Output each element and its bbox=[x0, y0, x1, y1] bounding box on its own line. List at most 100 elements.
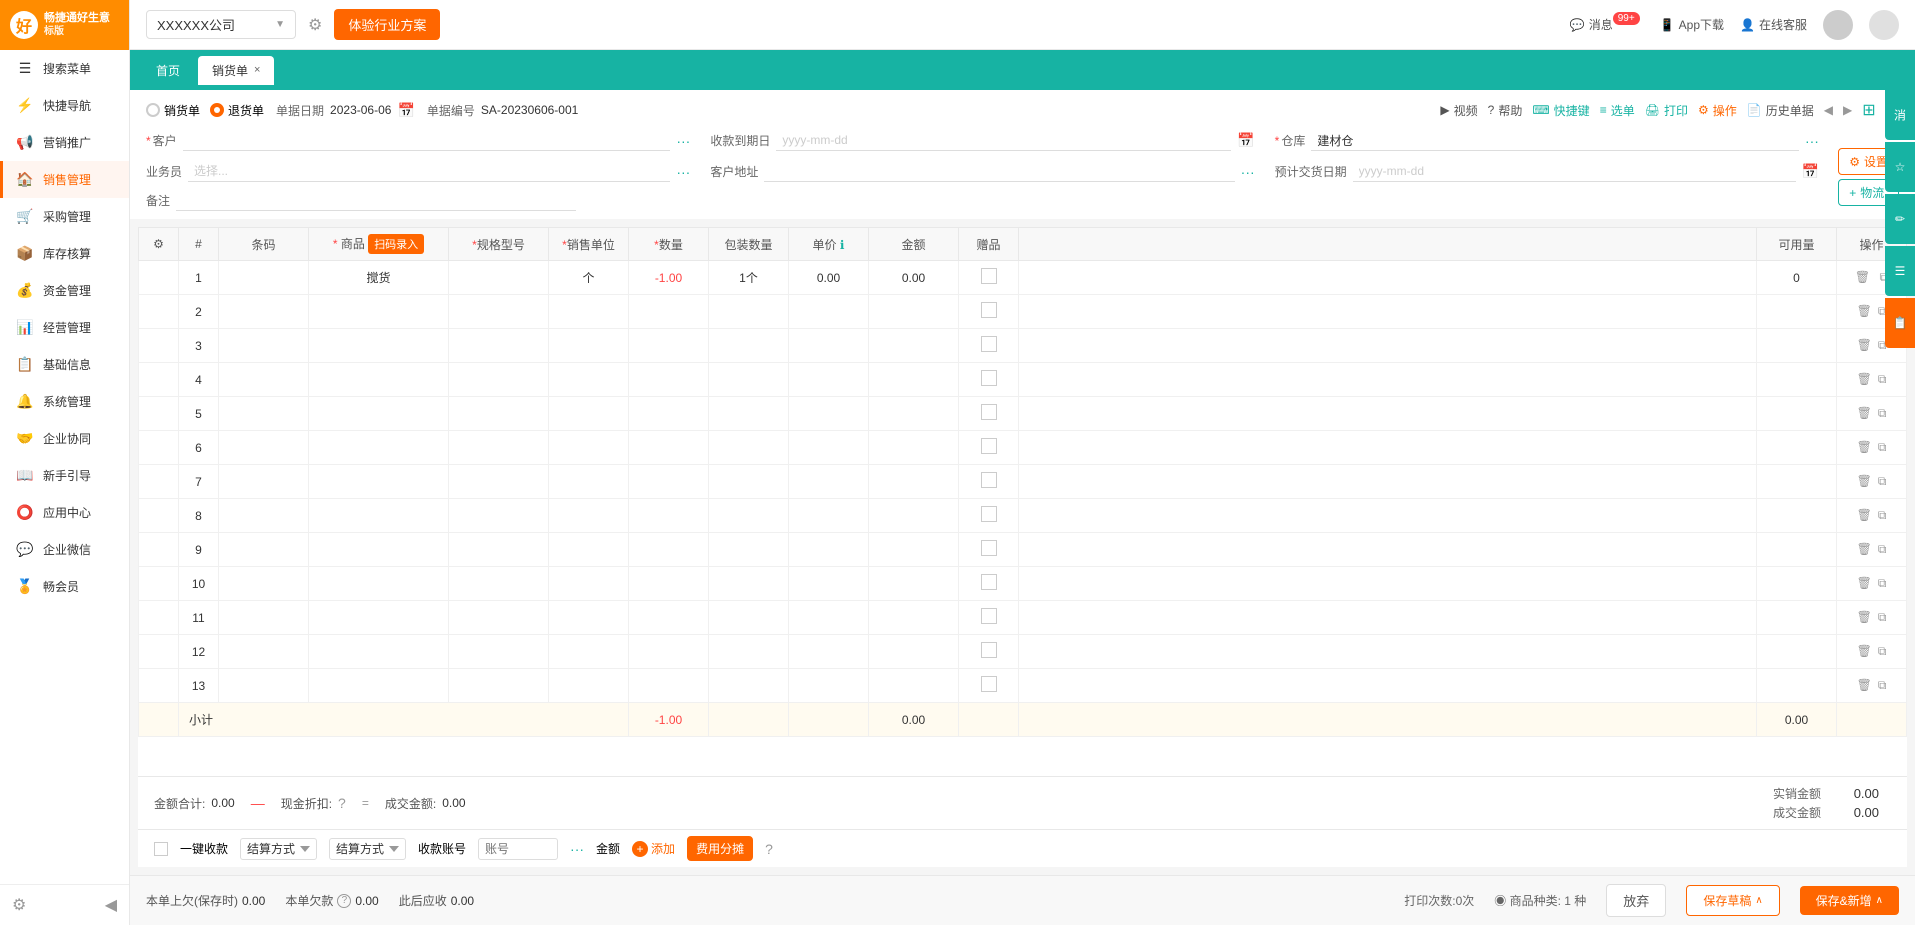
gift-checkbox[interactable] bbox=[981, 608, 997, 624]
trial-btn[interactable]: 体验行业方案 bbox=[334, 9, 440, 40]
sidebar-item-purchase-mgmt[interactable]: 🛒 采购管理 bbox=[0, 198, 129, 235]
row-qty-cell[interactable]: -1.00 bbox=[629, 261, 709, 295]
gift-checkbox[interactable] bbox=[981, 438, 997, 454]
radio-sales-order[interactable]: 销货单 bbox=[146, 102, 200, 119]
right-panel-item-4[interactable]: ☰ bbox=[1885, 246, 1915, 296]
expected-date-cal-icon[interactable]: 📅 bbox=[1802, 163, 1819, 180]
nav-next-icon[interactable]: ▶ bbox=[1843, 103, 1852, 117]
warehouse-input[interactable] bbox=[1311, 130, 1799, 151]
delete-icon[interactable]: 🗑 bbox=[1857, 406, 1872, 420]
price-info-icon[interactable]: ℹ bbox=[840, 238, 845, 252]
tab-sales-order[interactable]: 销货单 × bbox=[198, 56, 274, 85]
copy-icon[interactable]: ⧉ bbox=[1878, 610, 1887, 624]
row-goods-cell[interactable]: 搅货 bbox=[309, 261, 449, 295]
salesperson-input[interactable] bbox=[188, 161, 670, 182]
tab-close-icon[interactable]: × bbox=[254, 64, 260, 76]
online-support-btn[interactable]: 👤 在线客服 bbox=[1740, 16, 1807, 33]
save-draft-btn[interactable]: 保存草稿 ∧ bbox=[1686, 885, 1779, 916]
copy-icon[interactable]: ⧉ bbox=[1878, 678, 1887, 692]
calc-method-select[interactable]: 结算方式 bbox=[329, 838, 406, 860]
row-amount-cell[interactable]: 0.00 bbox=[869, 261, 959, 295]
warehouse-more-icon[interactable]: ··· bbox=[1805, 133, 1819, 149]
salesperson-more-icon[interactable]: ··· bbox=[676, 164, 690, 180]
delete-icon[interactable]: 🗑 bbox=[1857, 304, 1872, 318]
gift-checkbox[interactable] bbox=[981, 540, 997, 556]
radio-return-order[interactable]: 退货单 bbox=[210, 102, 264, 119]
gift-checkbox[interactable] bbox=[981, 336, 997, 352]
row-price-cell[interactable]: 0.00 bbox=[789, 261, 869, 295]
avatar[interactable] bbox=[1823, 10, 1853, 40]
sidebar-item-enterprise-wx[interactable]: 💬 企业微信 bbox=[0, 531, 129, 568]
delete-icon[interactable]: 🗑 bbox=[1857, 508, 1872, 522]
row-unit-cell[interactable]: 个 bbox=[549, 261, 629, 295]
copy-icon[interactable]: ⧉ bbox=[1878, 406, 1887, 420]
sidebar-item-enterprise[interactable]: 🤝 企业协同 bbox=[0, 420, 129, 457]
expected-date-input[interactable] bbox=[1353, 161, 1796, 182]
notes-input[interactable] bbox=[176, 190, 576, 211]
gift-checkbox[interactable] bbox=[981, 302, 997, 318]
row-pkg-cell[interactable]: 1个 bbox=[709, 261, 789, 295]
right-panel-item-3[interactable]: ✏ bbox=[1885, 194, 1915, 244]
delete-icon[interactable]: 🗑 bbox=[1857, 678, 1872, 692]
row-gift-cell[interactable] bbox=[959, 261, 1019, 295]
action-video[interactable]: ▶ 视频 bbox=[1440, 102, 1477, 119]
app-download-btn[interactable]: 📱 App下载 bbox=[1660, 16, 1724, 33]
sidebar-item-operations[interactable]: 📊 经营管理 bbox=[0, 309, 129, 346]
add-btn[interactable]: + 添加 bbox=[632, 840, 675, 857]
delete-icon[interactable]: 🗑 bbox=[1857, 576, 1872, 590]
payment-date-cal-icon[interactable]: 📅 bbox=[1237, 132, 1254, 149]
customer-more-icon[interactable]: ··· bbox=[676, 133, 690, 149]
right-panel-item-1[interactable]: 消 bbox=[1885, 90, 1915, 140]
gift-checkbox[interactable] bbox=[981, 404, 997, 420]
gift-checkbox[interactable] bbox=[981, 642, 997, 658]
sidebar-item-system-mgmt[interactable]: 🔔 系统管理 bbox=[0, 383, 129, 420]
discard-btn[interactable]: 放弃 bbox=[1606, 884, 1666, 917]
avatar2[interactable] bbox=[1869, 10, 1899, 40]
account-input[interactable] bbox=[478, 838, 558, 860]
gift-checkbox[interactable] bbox=[981, 574, 997, 590]
topbar-settings-icon[interactable]: ⚙ bbox=[308, 15, 322, 35]
copy-icon[interactable]: ⧉ bbox=[1878, 576, 1887, 590]
grid-view-icon[interactable]: ⊞ bbox=[1862, 100, 1875, 120]
sidebar-item-inventory[interactable]: 📦 库存核算 bbox=[0, 235, 129, 272]
collapse-icon[interactable]: ◀ bbox=[105, 895, 117, 915]
customer-input[interactable] bbox=[183, 130, 671, 151]
payment-checkbox[interactable] bbox=[154, 842, 168, 856]
copy-icon[interactable]: ⧉ bbox=[1878, 508, 1887, 522]
sidebar-item-marketing[interactable]: 📢 营销推广 bbox=[0, 124, 129, 161]
copy-icon[interactable]: ⧉ bbox=[1878, 542, 1887, 556]
action-help[interactable]: ? 帮助 bbox=[1488, 102, 1523, 119]
gift-checkbox[interactable] bbox=[981, 268, 997, 284]
sidebar-item-sales-mgmt[interactable]: 🏠 销售管理 bbox=[0, 161, 129, 198]
copy-icon[interactable]: ⧉ bbox=[1878, 644, 1887, 658]
customer-address-input[interactable] bbox=[764, 161, 1234, 182]
total-owe-help-icon[interactable]: ? bbox=[337, 894, 351, 908]
sidebar-item-search-order[interactable]: ☰ 搜索菜单 bbox=[0, 50, 129, 87]
save-new-btn[interactable]: 保存&新增 ∧ bbox=[1800, 886, 1899, 915]
scan-btn[interactable]: 扫码录入 bbox=[368, 234, 424, 254]
action-shortcuts[interactable]: ⌨ 快捷键 bbox=[1532, 102, 1589, 119]
message-btn[interactable]: 💬 消息 99+ bbox=[1570, 16, 1644, 33]
sidebar-item-finance[interactable]: 💰 资金管理 bbox=[0, 272, 129, 309]
sidebar-item-app-center[interactable]: ⭕ 应用中心 bbox=[0, 494, 129, 531]
gift-checkbox[interactable] bbox=[981, 506, 997, 522]
sidebar-item-basic-info[interactable]: 📋 基础信息 bbox=[0, 346, 129, 383]
action-print[interactable]: 🖨 打印 bbox=[1645, 102, 1688, 119]
delete-icon[interactable]: 🗑 bbox=[1857, 440, 1872, 454]
col-settings[interactable]: ⚙ bbox=[139, 228, 179, 261]
action-operate[interactable]: ⚙ 操作 bbox=[1698, 102, 1737, 119]
action-history[interactable]: 📄 历史单据 bbox=[1747, 102, 1814, 119]
delete-icon[interactable]: 🗑 bbox=[1855, 270, 1870, 284]
payment-method-select[interactable]: 结算方式 bbox=[240, 838, 317, 860]
settings-icon[interactable]: ⚙ bbox=[12, 895, 26, 915]
delete-icon[interactable]: 🗑 bbox=[1857, 338, 1872, 352]
delete-icon[interactable]: 🗑 bbox=[1857, 372, 1872, 386]
row-spec-cell[interactable] bbox=[449, 261, 549, 295]
date-picker-icon[interactable]: 📅 bbox=[397, 102, 414, 119]
right-panel-item-5[interactable]: 📋 bbox=[1885, 298, 1915, 348]
gift-checkbox[interactable] bbox=[981, 676, 997, 692]
delete-icon[interactable]: 🗑 bbox=[1857, 610, 1872, 624]
action-choose[interactable]: ≡ 选单 bbox=[1600, 102, 1635, 119]
nav-prev-icon[interactable]: ◀ bbox=[1824, 103, 1833, 117]
row-barcode-cell[interactable] bbox=[219, 261, 309, 295]
